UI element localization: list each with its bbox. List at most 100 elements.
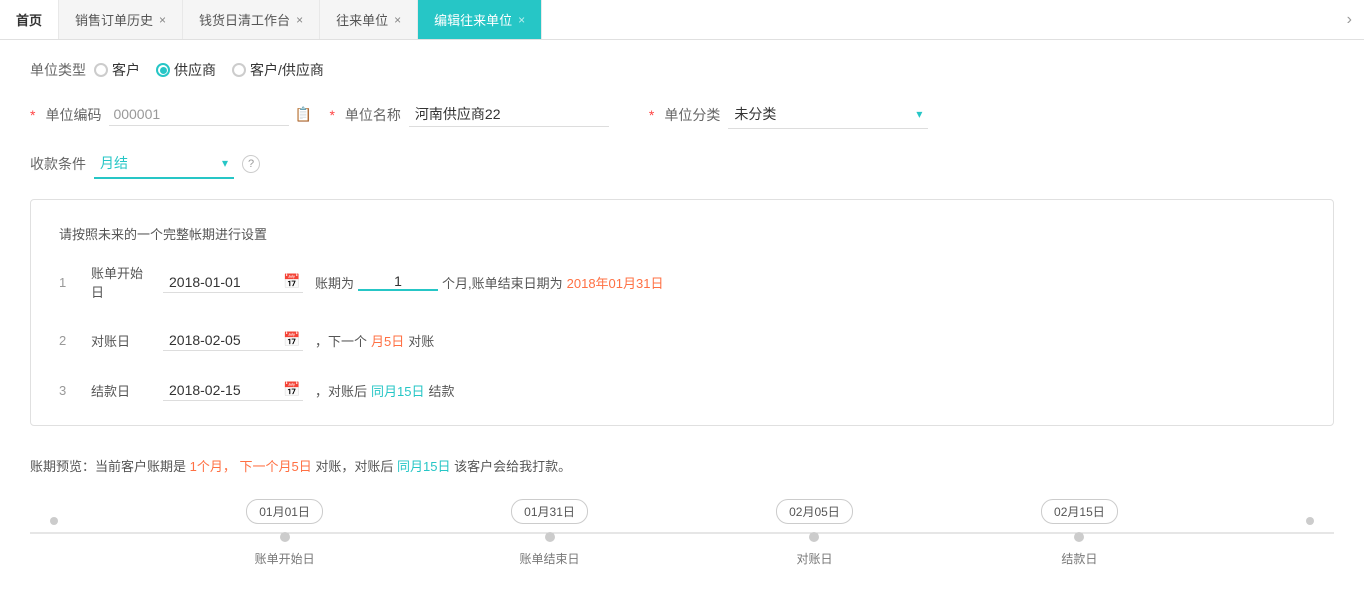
unit-code-input[interactable] — [113, 106, 294, 122]
row-3-calendar-icon[interactable]: 📅 — [283, 381, 300, 398]
payment-field: 收款条件 月结 ▾ ? — [30, 149, 260, 179]
row-3-desc-before: ，对账后 — [315, 381, 367, 400]
row-1-end-date: 2018年01月31日 — [567, 273, 664, 292]
row-3-label: 结款日 — [91, 381, 151, 400]
row-2-date[interactable] — [169, 332, 279, 348]
row-2-num: 2 — [59, 333, 79, 348]
unit-category-value: 未分类 — [734, 104, 916, 124]
payment-row: 收款条件 月结 ▾ ? — [30, 149, 1334, 179]
unit-category-select[interactable]: 未分类 ▾ — [728, 100, 928, 129]
timeline-right-dot — [1306, 517, 1314, 525]
tab-home[interactable]: 首页 — [0, 0, 59, 39]
row-3-desc: ，对账后 同月15日 结款 — [315, 381, 455, 400]
payment-select[interactable]: 月结 ▾ — [94, 149, 234, 179]
period-row-1: 1 账单开始日 📅 账期为 个月,账单结束日期为 2018年01月31日 — [59, 263, 1305, 301]
unit-info-row: * 单位编码 📋 * 单位名称 * 单位分类 未分类 ▾ — [30, 100, 1334, 129]
row-1-label: 账单开始日 — [91, 263, 151, 301]
tabs-bar: 首页 销售订单历史 × 钱货日清工作台 × 往来单位 × 编辑往来单位 × › — [0, 0, 1364, 40]
timeline-point-2: 01月31日 账单结束日 — [511, 499, 588, 567]
radio-customer-supplier-circle — [232, 63, 246, 77]
radio-supplier[interactable]: 供应商 — [156, 60, 216, 80]
timeline-point-1: 01月01日 账单开始日 — [246, 499, 323, 567]
help-icon[interactable]: ? — [242, 155, 260, 173]
timeline-date-4: 02月15日 — [1041, 499, 1118, 524]
tab-cash-work[interactable]: 钱货日清工作台 × — [183, 0, 320, 39]
row-3-num: 3 — [59, 383, 79, 398]
timeline-point-3: 02月05日 对账日 — [776, 499, 853, 567]
payment-arrow: ▾ — [222, 156, 228, 170]
tab-edit-partner[interactable]: 编辑往来单位 × — [418, 0, 542, 39]
unit-type-label: 单位类型 — [30, 60, 86, 80]
radio-customer-supplier-label: 客户/供应商 — [250, 60, 324, 80]
row-3-desc-after: 结款 — [428, 381, 454, 400]
row-1-desc-before: 账期为 — [315, 273, 354, 292]
period-card: 请按照未来的一个完整帐期进行设置 1 账单开始日 📅 账期为 个月,账单结束日期… — [30, 199, 1334, 426]
tab-partner-label: 往来单位 — [336, 10, 388, 29]
radio-supplier-circle — [156, 63, 170, 77]
row-2-desc-end: 对账 — [408, 331, 434, 350]
row-2-highlight: 月5日 — [371, 331, 404, 350]
tab-sales-history-close[interactable]: × — [159, 13, 166, 27]
unit-category-label: 单位分类 — [664, 105, 720, 125]
timeline-name-1: 账单开始日 — [255, 550, 315, 567]
tab-edit-partner-label: 编辑往来单位 — [434, 10, 512, 29]
row-2-desc-start: ，下一个 — [315, 331, 367, 350]
tab-cash-work-label: 钱货日清工作台 — [199, 10, 290, 29]
preview-text: 账期预览：当前客户账期是 1个月， 下一个月5日 对账，对账后 同月15日 该客… — [30, 456, 1334, 475]
radio-customer-label: 客户 — [112, 60, 140, 80]
unit-category-arrow: ▾ — [916, 107, 922, 121]
preview-middle: 对账，对账后 — [315, 459, 393, 474]
unit-code-label: 单位编码 — [45, 105, 101, 125]
tab-partner-close[interactable]: × — [394, 13, 401, 27]
tab-partner[interactable]: 往来单位 × — [320, 0, 418, 39]
row-3-date[interactable] — [169, 382, 279, 398]
unit-type-field: 单位类型 客户 供应商 客户/供应商 — [30, 60, 324, 80]
unit-name-field: * 单位名称 — [329, 102, 608, 127]
unit-code-star: * — [30, 107, 35, 123]
timeline-dot-2 — [545, 532, 555, 542]
preview-end: 该客户会给我打款。 — [454, 459, 571, 474]
radio-group: 客户 供应商 客户/供应商 — [94, 60, 324, 80]
unit-category-star: * — [649, 107, 654, 123]
unit-code-copy-icon[interactable]: 📋 — [294, 106, 311, 123]
row-3-date-input: 📅 — [163, 379, 303, 401]
preview-check: 下一个月5日 — [240, 459, 312, 474]
row-1-desc: 账期为 个月,账单结束日期为 2018年01月31日 — [315, 273, 663, 292]
preview-months: 1个月， — [190, 459, 236, 474]
radio-customer[interactable]: 客户 — [94, 60, 140, 80]
row-3-highlight: 同月15日 — [371, 381, 424, 400]
unit-code-field: * 单位编码 📋 — [30, 104, 289, 126]
row-2-label: 对账日 — [91, 331, 151, 350]
payment-label: 收款条件 — [30, 154, 86, 174]
preview-section: 账期预览：当前客户账期是 1个月， 下一个月5日 对账，对账后 同月15日 该客… — [30, 446, 1334, 587]
row-1-date-input: 📅 — [163, 271, 303, 293]
row-1-calendar-icon[interactable]: 📅 — [283, 273, 300, 290]
timeline-left-dot — [50, 517, 58, 525]
tab-sales-history[interactable]: 销售订单历史 × — [59, 0, 183, 39]
row-2-desc: ，下一个月5日 对账 — [315, 331, 434, 350]
tab-home-label: 首页 — [16, 10, 42, 29]
timeline-dot-4 — [1074, 532, 1084, 542]
row-1-date[interactable] — [169, 274, 279, 290]
tab-edit-partner-close[interactable]: × — [518, 13, 525, 27]
preview-payment-day: 同月15日 — [397, 459, 450, 474]
preview-label: 账期预览：当前客户账期是 — [30, 459, 186, 474]
period-title: 请按照未来的一个完整帐期进行设置 — [59, 224, 1305, 243]
period-months-input[interactable] — [358, 273, 438, 291]
tab-sales-history-label: 销售订单历史 — [75, 10, 153, 29]
tab-cash-work-close[interactable]: × — [296, 13, 303, 27]
timeline-name-4: 结款日 — [1061, 550, 1097, 567]
radio-supplier-label: 供应商 — [174, 60, 216, 80]
radio-customer-supplier[interactable]: 客户/供应商 — [232, 60, 324, 80]
timeline-name-3: 对账日 — [796, 550, 832, 567]
tab-expand-button[interactable]: › — [1335, 0, 1364, 39]
unit-name-label: 单位名称 — [345, 105, 401, 125]
unit-name-input[interactable] — [409, 102, 609, 127]
unit-name-star: * — [329, 107, 334, 123]
radio-customer-circle — [94, 63, 108, 77]
timeline-date-2: 01月31日 — [511, 499, 588, 524]
unit-category-field: * 单位分类 未分类 ▾ — [649, 100, 928, 129]
period-row-2: 2 对账日 📅 ，下一个月5日 对账 — [59, 329, 1305, 351]
timeline-wrapper: 01月01日 账单开始日 01月31日 账单结束日 02月05日 对账日 — [30, 499, 1334, 567]
row-2-calendar-icon[interactable]: 📅 — [283, 331, 300, 348]
